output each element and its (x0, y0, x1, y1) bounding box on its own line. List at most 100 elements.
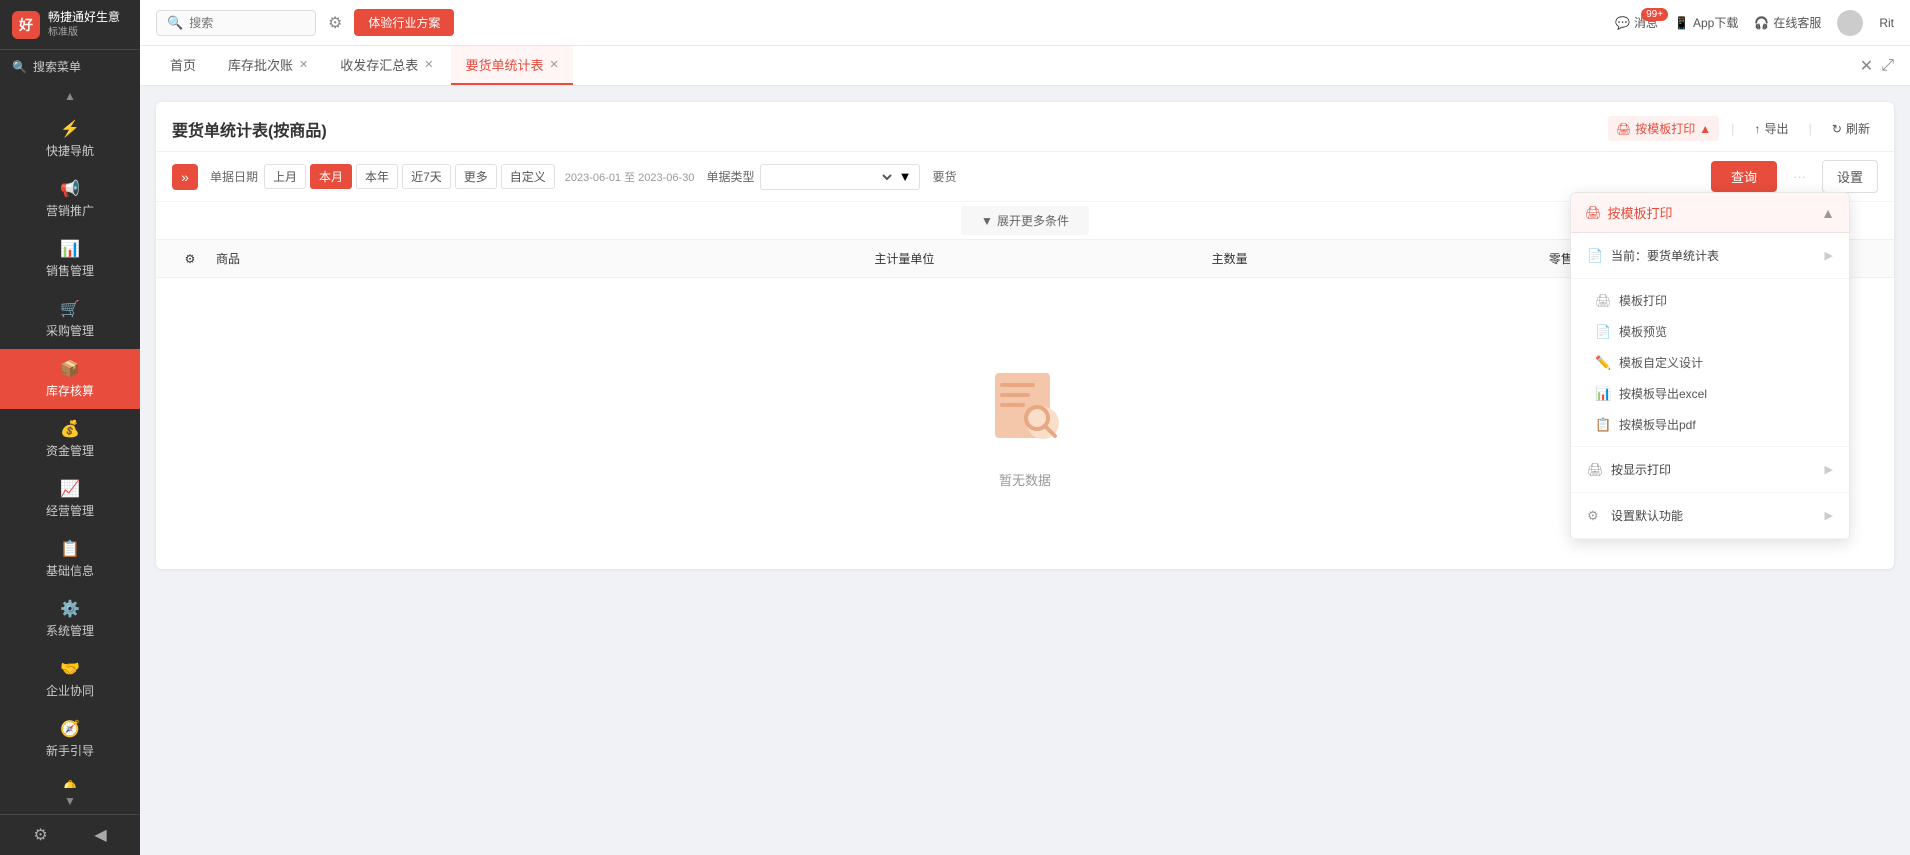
sidebar-item-finance[interactable]: 💰 资金管理 (0, 409, 140, 469)
dropdown-title: 按模板打印 (1608, 203, 1673, 222)
export-icon: ↑ (1755, 122, 1761, 136)
tabbar: 首页 库存批次账 ✕ 收发存汇总表 ✕ 要货单统计表 ✕ ✕ ⤢ (140, 46, 1910, 86)
sidebar-item-system[interactable]: ⚙️ 系统管理 (0, 589, 140, 649)
date-more[interactable]: 更多 (455, 164, 497, 189)
dropdown-template-print[interactable]: 🖨 模板打印 (1571, 285, 1849, 316)
industry-solution-button[interactable]: 体验行业方案 (354, 9, 454, 36)
date-custom[interactable]: 自定义 (501, 164, 555, 189)
filter-type-select[interactable]: ▼ (760, 164, 920, 190)
tab-close-all-btn[interactable]: ✕ (1860, 56, 1873, 76)
export-btn[interactable]: ↑ 导出 (1747, 116, 1797, 141)
tab-maximize-btn[interactable]: ⤢ (1881, 56, 1894, 76)
dropdown-collapse-btn[interactable]: ▲ (1821, 205, 1835, 221)
tab-batch-account-close[interactable]: ✕ (299, 58, 308, 71)
tab-collection-summary-close[interactable]: ✕ (424, 58, 433, 71)
dropdown-export-pdf[interactable]: 📋 按模板导出pdf (1571, 409, 1849, 440)
date-prev-month[interactable]: 上月 (264, 164, 306, 189)
display-print-arrow: ▶ (1825, 463, 1833, 476)
sidebar-item-sales[interactable]: 📊 销售管理 (0, 229, 140, 289)
col-product-header: 商品 (208, 250, 866, 267)
filter-date-group: 单据日期 上月 本月 本年 近7天 更多 自定义 2023-06-01 至 20… (210, 164, 694, 189)
sidebar-search[interactable]: 🔍 搜索菜单 (0, 50, 140, 83)
tab-order-summary-close[interactable]: ✕ (550, 58, 559, 71)
avatar-img (1837, 10, 1863, 36)
topbar-search-box[interactable]: 🔍 (156, 10, 316, 36)
sidebar-item-appstore[interactable]: 🔔 应用中心 (0, 769, 140, 788)
page-header: 要货单统计表(按商品) 🖨 按模板打印 ▲ | ↑ 导出 | ↻ (156, 102, 1894, 151)
tab-home[interactable]: 首页 (156, 46, 210, 85)
sidebar-item-inventory[interactable]: 📦 库存核算 (0, 349, 140, 409)
topbar-search-input[interactable] (189, 16, 289, 30)
tab-order-summary[interactable]: 要货单统计表 ✕ (451, 46, 572, 85)
dropdown-current-section: 📄 当前：要货单统计表 ▶ (1571, 233, 1849, 279)
print-dropdown-panel: 🖨 按模板打印 ▲ 📄 当前：要货单统计表 ▶ 🖨 模板打 (1570, 192, 1850, 540)
chevron-down-small-icon: ▼ (981, 214, 993, 228)
sidebar-item-quick-nav[interactable]: ⚡ 快捷导航 (0, 109, 140, 169)
collapse-btn[interactable]: ◀ (94, 825, 106, 845)
filter-cargo-label: 要货 (932, 168, 956, 185)
empty-icon (975, 358, 1075, 458)
refresh-icon: ↻ (1832, 122, 1842, 136)
dropdown-template-custom[interactable]: ✏️ 模板自定义设计 (1571, 347, 1849, 378)
sidebar-item-guide[interactable]: 🧭 新手引导 (0, 709, 140, 769)
chevron-down-icon: ▼ (899, 169, 912, 184)
sidebar-item-base[interactable]: 📋 基础信息 (0, 529, 140, 589)
topbar: 🔍 ⚙ 体验行业方案 💬 消息 99+ 📱 App下载 🎧 在线客服 Rit (140, 0, 1910, 46)
filter-cargo-group: 要货 (932, 168, 956, 185)
date-last-7-days[interactable]: 近7天 (402, 164, 451, 189)
refresh-btn[interactable]: ↻ 刷新 (1824, 116, 1878, 141)
sidebar-scroll-down[interactable]: ▼ (0, 790, 140, 812)
empty-text: 暂无数据 (999, 470, 1051, 489)
system-icon: ⚙️ (60, 599, 80, 619)
sidebar-item-marketing[interactable]: 📢 营销推广 (0, 169, 140, 229)
sidebar-nav: ⚡ 快捷导航 📢 营销推广 📊 销售管理 🛒 采购管理 📦 库存核算 💰 资金管… (0, 109, 140, 788)
sidebar-item-purchase[interactable]: 🛒 采购管理 (0, 289, 140, 349)
dropdown-default-section: ⚙ 设置默认功能 ▶ (1571, 493, 1849, 539)
date-current-year[interactable]: 本年 (356, 164, 398, 189)
topbar-right: 💬 消息 99+ 📱 App下载 🎧 在线客服 Rit (1615, 10, 1894, 36)
expand-more-btn[interactable]: ▼ 展开更多条件 (961, 206, 1089, 235)
sidebar-item-operation[interactable]: 📈 经营管理 (0, 469, 140, 529)
dropdown-export-excel[interactable]: 📊 按模板导出excel (1571, 378, 1849, 409)
dropdown-current-item[interactable]: 📄 当前：要货单统计表 ▶ (1571, 239, 1849, 272)
headset-icon: 🎧 (1754, 16, 1769, 30)
main-area: 🔍 ⚙ 体验行业方案 💬 消息 99+ 📱 App下载 🎧 在线客服 Rit (140, 0, 1910, 855)
app-download-btn[interactable]: 📱 App下载 (1674, 14, 1738, 31)
user-avatar[interactable] (1837, 10, 1863, 36)
settings-button[interactable]: 设置 (1822, 160, 1878, 193)
date-current-month[interactable]: 本月 (310, 164, 352, 189)
print-template-btn[interactable]: 🖨 按模板打印 ▲ (1608, 116, 1719, 141)
set-default-arrow: ▶ (1825, 509, 1833, 522)
inventory-icon: 📦 (60, 359, 80, 379)
col-settings-icon[interactable]: ⚙ (172, 252, 208, 266)
filter-expand-icon[interactable]: » (172, 164, 198, 190)
collab-icon: 🤝 (60, 659, 80, 679)
user-name[interactable]: Rit (1879, 16, 1894, 30)
col-qty-header: 主数量 (1204, 250, 1541, 267)
template-print-icon: 🖨 (1595, 293, 1611, 309)
dropdown-template-preview[interactable]: 📄 模板预览 (1571, 316, 1849, 347)
finance-icon: 💰 (60, 419, 80, 439)
query-button[interactable]: 查询 (1711, 161, 1777, 192)
dropdown-display-section: 🖨 按显示打印 ▶ (1571, 447, 1849, 493)
appstore-icon: 🔔 (60, 779, 80, 788)
page-content: 要货单统计表(按商品) 🖨 按模板打印 ▲ | ↑ 导出 | ↻ (140, 86, 1910, 855)
sidebar-scroll-up[interactable]: ▲ (0, 85, 140, 107)
tab-batch-account[interactable]: 库存批次账 ✕ (214, 46, 322, 85)
filter-type-group: 单据类型 ▼ (706, 164, 920, 190)
dropdown-display-print[interactable]: 🖨 按显示打印 ▶ (1571, 453, 1849, 486)
messages-badge: 99+ (1641, 8, 1668, 21)
online-service-btn[interactable]: 🎧 在线客服 (1754, 14, 1821, 31)
type-select-input[interactable] (769, 169, 894, 185)
filter-type-label: 单据类型 (706, 168, 754, 185)
more-options-icon[interactable]: ··· (1793, 169, 1806, 184)
tab-collection-summary[interactable]: 收发存汇总表 ✕ (326, 46, 447, 85)
date-range-display: 2023-06-01 至 2023-06-30 (565, 169, 695, 185)
dropdown-set-default[interactable]: ⚙ 设置默认功能 ▶ (1571, 499, 1849, 532)
dropdown-template-section: 🖨 模板打印 📄 模板预览 ✏️ 模板自定义设计 📊 按模板导出excel 📋 (1571, 279, 1849, 447)
settings-bottom-btn[interactable]: ⚙ (33, 825, 47, 845)
topbar-gear-icon[interactable]: ⚙ (328, 13, 342, 33)
logo-icon: 好 (12, 11, 40, 39)
sidebar-item-collab[interactable]: 🤝 企业协同 (0, 649, 140, 709)
messages-btn[interactable]: 💬 消息 99+ (1615, 14, 1658, 31)
